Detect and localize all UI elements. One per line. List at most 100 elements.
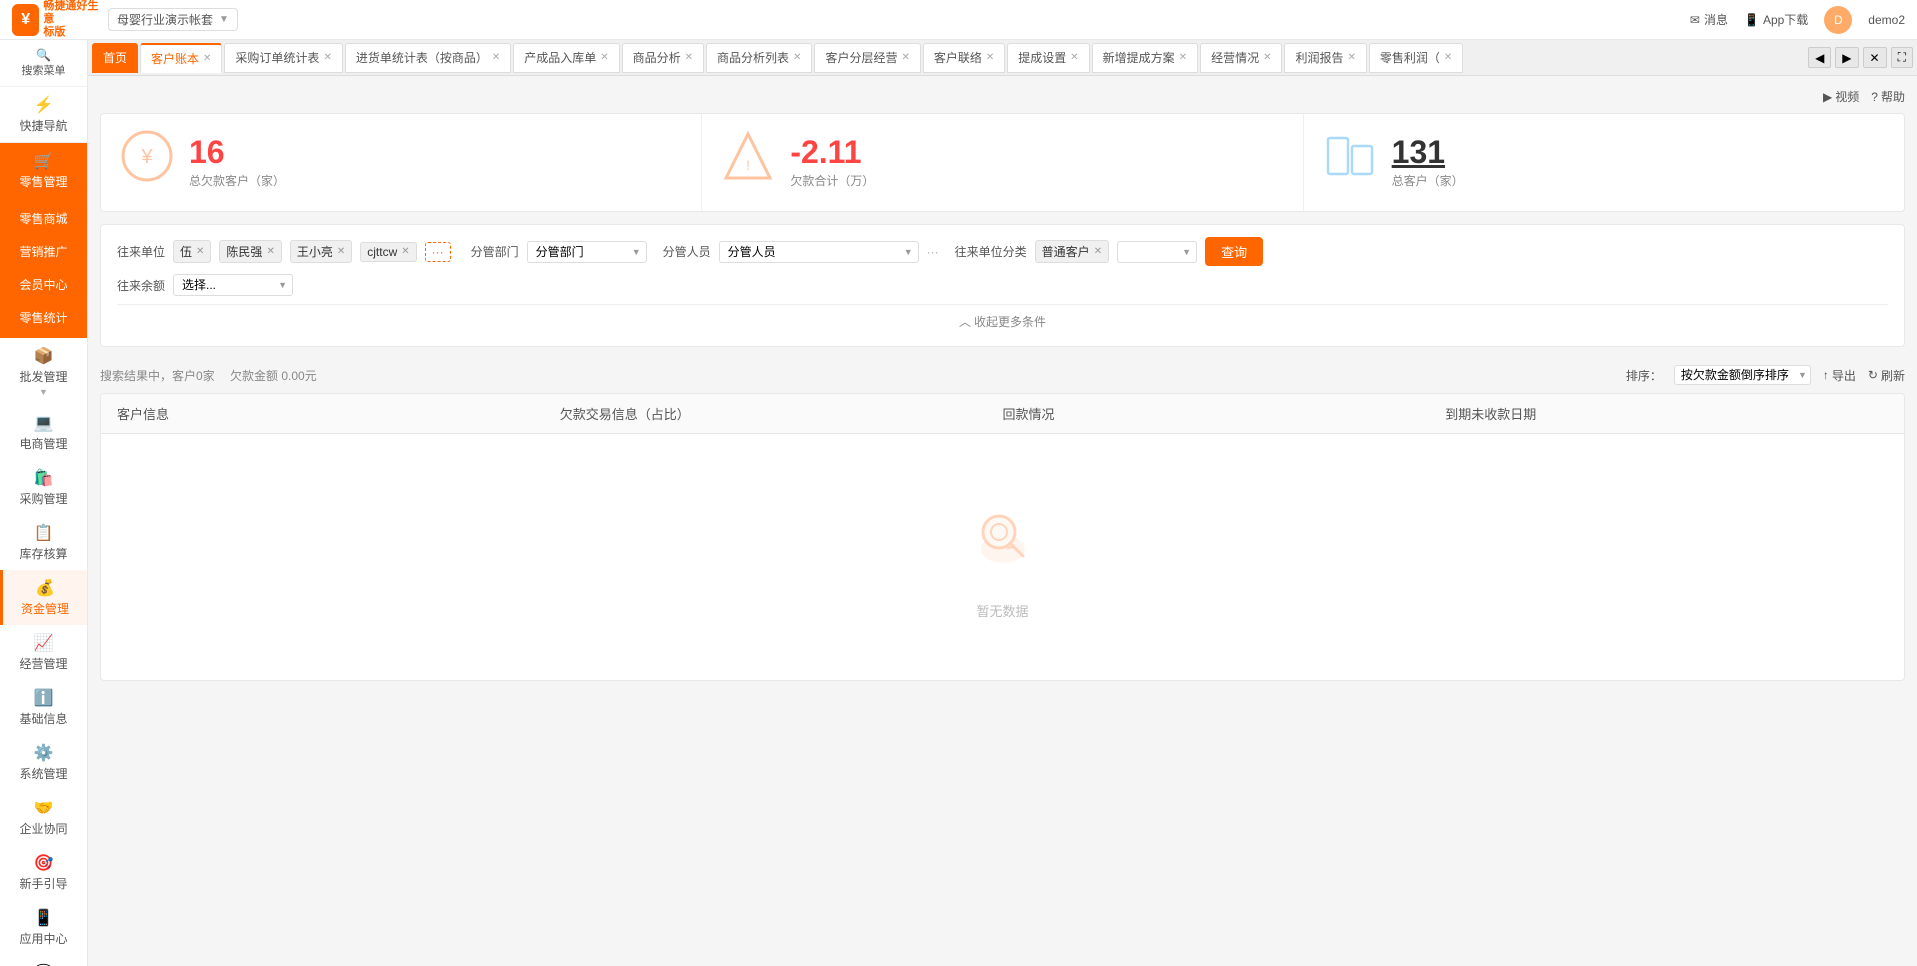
sidebar-item-marketing[interactable]: 营销推广	[0, 235, 87, 268]
tab-product-analysis-list[interactable]: 商品分析列表 ✕	[706, 43, 812, 73]
main-layout: 🔍 搜索菜单 ⚡ 快捷导航 🛒 零售管理 零售商城 营销推广 会员中心 零售统计	[0, 40, 1917, 966]
newbie-icon: 🎯	[34, 853, 54, 873]
sidebar-item-collab[interactable]: 🤝 企业协同	[0, 790, 87, 845]
tab-maximize-button[interactable]: ⛶	[1891, 47, 1913, 68]
close-icon[interactable]: ✕	[1444, 52, 1452, 63]
refresh-icon: ↻	[1868, 368, 1878, 382]
sidebar-item-retail-mall[interactable]: 零售商城	[0, 202, 87, 235]
app-download-button[interactable]: 📱 App下载	[1744, 11, 1808, 28]
empty-icon	[963, 494, 1043, 589]
close-icon[interactable]: ✕	[1348, 52, 1356, 63]
filter-tag-unit3: 王小亮 ✕	[290, 240, 352, 263]
sidebar-item-operations[interactable]: 📈 经营管理	[0, 625, 87, 680]
balance-select[interactable]: 选择...	[173, 274, 293, 296]
phone-icon: 📱	[1744, 13, 1759, 27]
result-actions: 排序： 按欠款金额倒序排序 ↑ 导出 ↻ 刷新	[1626, 365, 1905, 385]
close-icon[interactable]: ✕	[323, 52, 331, 63]
sidebar-item-inventory[interactable]: 📋 库存核算	[0, 515, 87, 570]
tab-prev-button[interactable]: ◀	[1808, 47, 1831, 68]
help-icon: ?	[1871, 90, 1878, 104]
refresh-button[interactable]: ↻ 刷新	[1868, 367, 1905, 384]
stat-info-total: 131 总客户（家）	[1392, 136, 1464, 189]
close-icon[interactable]: ✕	[600, 52, 608, 63]
sidebar-search[interactable]: 🔍 搜索菜单	[0, 40, 87, 87]
collapse-button[interactable]: ︿ 收起更多条件	[117, 309, 1888, 334]
tab-commission-settings[interactable]: 提成设置 ✕	[1007, 43, 1089, 73]
close-icon[interactable]: ✕	[492, 52, 500, 63]
query-button[interactable]: 查询	[1205, 237, 1263, 266]
sidebar-item-purchase[interactable]: 🛍️ 采购管理	[0, 460, 87, 515]
tab-profit-report[interactable]: 利润报告 ✕	[1284, 43, 1366, 73]
close-icon[interactable]: ✕	[1263, 52, 1271, 63]
sidebar-item-ecommerce[interactable]: 💻 电商管理	[0, 405, 87, 460]
video-button[interactable]: ▶ 视频	[1823, 88, 1859, 105]
export-button[interactable]: ↑ 导出	[1823, 367, 1856, 384]
stat-label-total: 总客户（家）	[1392, 172, 1464, 189]
close-icon[interactable]: ✕	[203, 53, 211, 64]
person-select-wrapper: 分管人员	[719, 241, 919, 263]
filter-tag-unit-type: 普通客户 ✕	[1035, 240, 1109, 263]
sort-select[interactable]: 按欠款金额倒序排序	[1674, 365, 1811, 385]
remove-tag-unit-type[interactable]: ✕	[1094, 246, 1102, 257]
svg-text:!: !	[746, 157, 750, 173]
wholesale-icon: 📦	[34, 346, 54, 366]
filter-more-button[interactable]: ···	[425, 242, 451, 262]
person-select[interactable]: 分管人员	[719, 241, 919, 263]
dept-select-wrapper: 分管部门	[527, 241, 647, 263]
remove-tag-unit3[interactable]: ✕	[337, 246, 345, 257]
tab-customer-contact[interactable]: 客户联络 ✕	[923, 43, 1005, 73]
tab-customer-tier[interactable]: 客户分层经营 ✕	[814, 43, 920, 73]
remove-tag-unit1[interactable]: ✕	[196, 246, 204, 257]
sidebar-item-newbie[interactable]: 🎯 新手引导	[0, 845, 87, 900]
sidebar-item-nav[interactable]: ⚡ 快捷导航	[0, 87, 87, 143]
tab-product-inbound[interactable]: 产成品入库单 ✕	[513, 43, 619, 73]
ecommerce-icon: 💻	[34, 413, 54, 433]
tab-next-button[interactable]: ▶	[1835, 47, 1858, 68]
stat-card-amount: ! -2.11 欠款合计（万）	[702, 114, 1303, 211]
tab-close-all-button[interactable]: ✕	[1863, 47, 1887, 68]
video-icon: ▶	[1823, 90, 1832, 104]
stat-card-customers: ¥ 16 总欠款客户（家）	[101, 114, 702, 211]
person-more-btn[interactable]: ···	[927, 245, 939, 259]
message-button[interactable]: ✉ 消息	[1690, 11, 1728, 28]
tab-purchase-stats-product[interactable]: 进货单统计表（按商品） ✕	[345, 43, 511, 73]
empty-state: 暂无数据	[101, 434, 1904, 680]
filter-row-2: 往来余额 选择...	[117, 274, 1888, 296]
close-icon[interactable]: ✕	[1179, 52, 1187, 63]
stat-number-total: 131	[1392, 136, 1464, 168]
sidebar-item-system[interactable]: ⚙️ 系统管理	[0, 735, 87, 790]
close-icon[interactable]: ✕	[1070, 52, 1078, 63]
sidebar-item-wholesale[interactable]: 📦 批发管理 ▼	[0, 338, 87, 405]
sidebar-item-member[interactable]: 会员中心	[0, 268, 87, 301]
tab-home[interactable]: 首页	[92, 43, 138, 73]
sidebar-item-finance[interactable]: 💰 资金管理	[0, 570, 87, 625]
sidebar-item-base-info[interactable]: ℹ️ 基础信息	[0, 680, 87, 735]
unit-type-select[interactable]	[1117, 241, 1197, 263]
tab-operations[interactable]: 经营情况 ✕	[1200, 43, 1282, 73]
filter-label-unit-type: 往来单位分类	[955, 243, 1027, 260]
sidebar-item-appcenter[interactable]: 📱 应用中心	[0, 900, 87, 955]
close-icon[interactable]: ✕	[986, 52, 994, 63]
help-button[interactable]: ? 帮助	[1871, 88, 1905, 105]
tab-product-analysis[interactable]: 商品分析 ✕	[622, 43, 704, 73]
dept-select[interactable]: 分管部门	[527, 241, 647, 263]
tab-purchase-order-stats[interactable]: 采购订单统计表 ✕	[224, 43, 342, 73]
close-icon[interactable]: ✕	[901, 52, 909, 63]
page-content: ▶ 视频 ? 帮助 ¥	[88, 76, 1917, 966]
remove-tag-unit4[interactable]: ✕	[401, 246, 409, 257]
tab-add-commission[interactable]: 新增提成方案 ✕	[1092, 43, 1198, 73]
stat-label-amount: 欠款合计（万）	[790, 172, 874, 189]
remove-tag-unit2[interactable]: ✕	[266, 246, 274, 257]
appcenter-icon: 📱	[34, 908, 54, 928]
sidebar-item-retail[interactable]: 🛒 零售管理	[0, 143, 87, 198]
retail-icon: 🛒	[34, 151, 54, 171]
sidebar-item-wechat[interactable]: 💬 企业微信	[0, 955, 87, 966]
stat-number-amount: -2.11	[790, 136, 874, 168]
close-icon[interactable]: ✕	[685, 52, 693, 63]
account-selector[interactable]: 母婴行业演示帐套 ▼	[108, 8, 238, 31]
sidebar-item-retail-stats[interactable]: 零售统计	[0, 301, 87, 334]
tab-customer-ledger[interactable]: 客户账本 ✕	[140, 43, 222, 73]
tab-retail-profit[interactable]: 零售利润（ ✕	[1369, 43, 1463, 73]
sort-select-wrapper: 按欠款金额倒序排序	[1674, 365, 1811, 385]
close-icon[interactable]: ✕	[793, 52, 801, 63]
